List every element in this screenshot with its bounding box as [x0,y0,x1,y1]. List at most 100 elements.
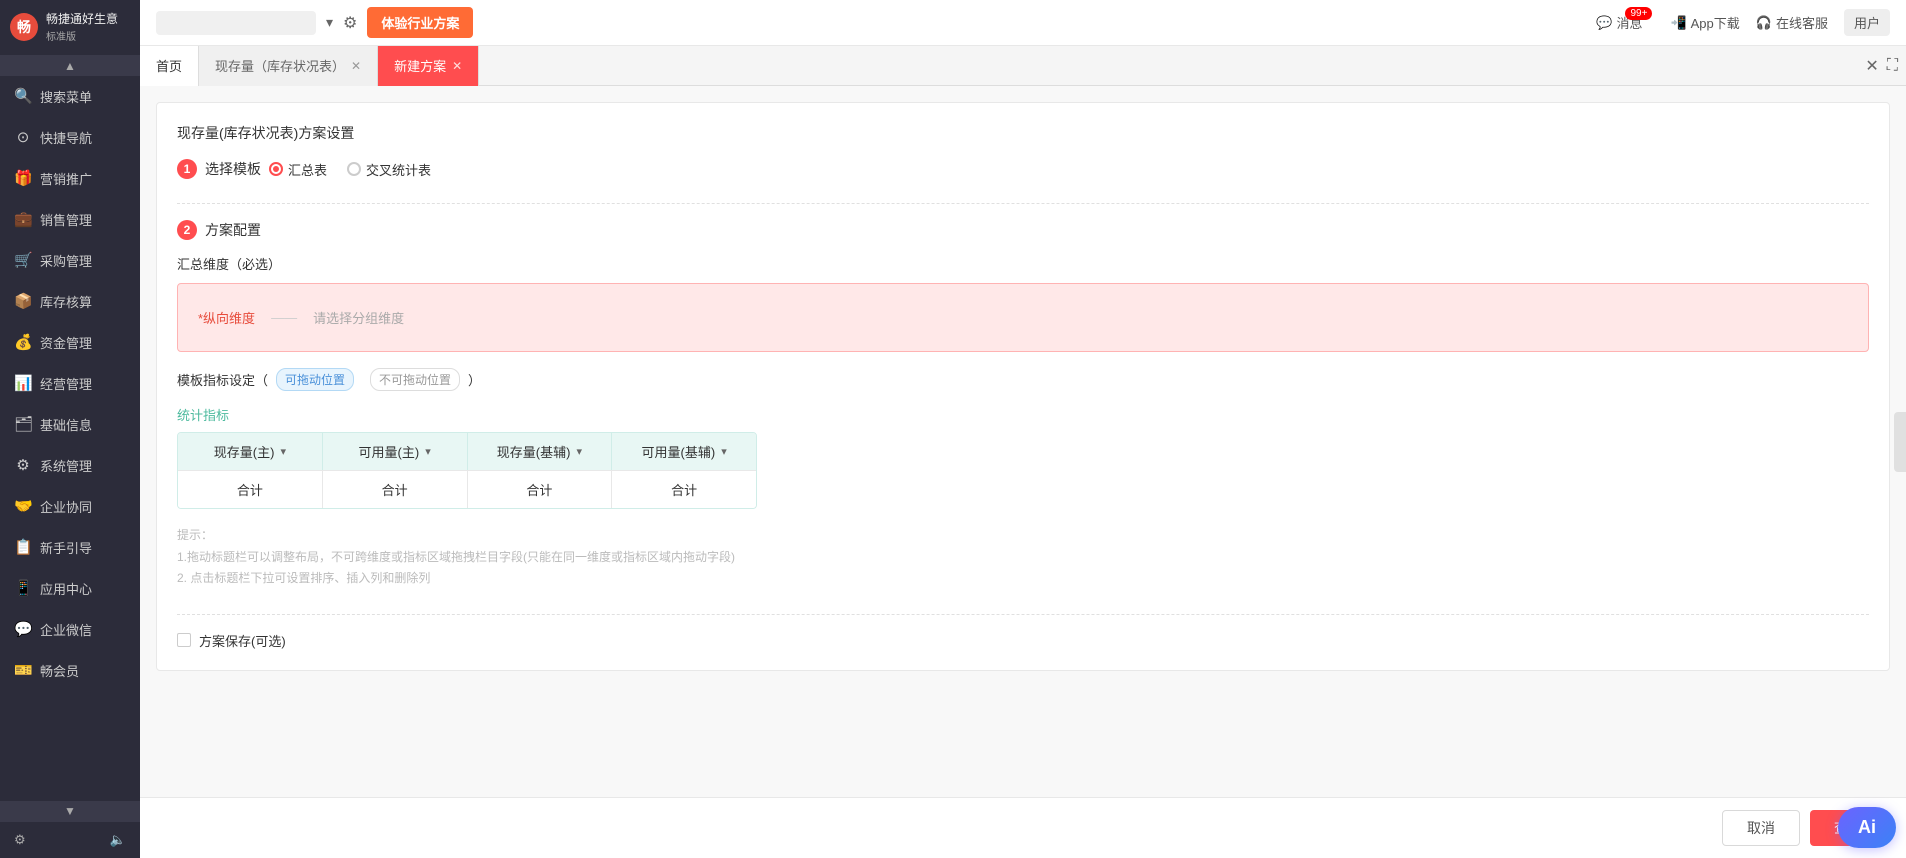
tab-close-button[interactable]: ✕ [1865,56,1878,76]
topbar-gear-button[interactable]: ⚙ [343,13,357,33]
step2-section: 2 方案配置 汇总维度（必选） *纵向维度 —— 请选择分组维度 模板指标设定（ [177,220,1869,590]
inventory-icon: 📦 [14,292,32,310]
sidebar-label-wechat: 企业微信 [40,620,92,639]
indicator-settings-label: 模板指标设定（ 可拖动位置 不可拖动位置 ） [177,368,1869,391]
sidebar: 畅 畅捷通好生意 标准版 ▲ 🔍 搜索菜单 ⊙ 快捷导航 🎁 营销推广 💼 销售… [0,0,140,858]
app-download-button[interactable]: 📲 App下载 [1670,13,1739,32]
system-icon: ⚙ [14,456,32,474]
tips-title: 提示： [177,525,1869,547]
stats-header-col1[interactable]: 可用量(主) ▾ [323,433,468,470]
app-download-icon: 📲 [1670,15,1686,31]
sidebar-logo: 畅 畅捷通好生意 标准版 [0,0,140,56]
newbie-icon: 📋 [14,538,32,556]
step1-title: 选择模板 [205,159,261,179]
radio-summary[interactable]: 汇总表 [269,160,327,179]
tab-new-scheme-label: 新建方案 [394,56,446,75]
quick-nav-icon: ⊙ [14,128,32,146]
step2-header: 2 方案配置 [177,220,1869,240]
sidebar-scroll-down[interactable]: ▼ [0,801,140,821]
cancel-button[interactable]: 取消 [1722,810,1800,846]
step1-section: 1 选择模板 汇总表 交叉统计表 [177,159,1869,179]
stats-section: 统计指标 现存量(主) ▾ 可用量(主) ▾ [177,405,1869,509]
sidebar-settings-icon[interactable]: ⚙ [14,832,26,848]
stats-col1-label: 可用量(主) [359,442,420,461]
stats-data-row: 合计 合计 合计 合计 [178,470,756,508]
tab-expand-button[interactable]: ⛶ [1887,57,1898,75]
stats-data-col2: 合计 [468,470,613,508]
sidebar-item-wechat[interactable]: 💬 企业微信 [0,609,140,650]
stats-col3-label: 可用量(基辅) [642,442,716,461]
tip1: 1.拖动标题栏可以调整布局，不可跨维度或指标区域拖拽栏目字段(只能在同一维度或指… [177,547,1869,569]
trial-btn[interactable]: 体验行业方案 [367,7,473,38]
divider1 [177,203,1869,204]
sidebar-label-marketing: 营销推广 [40,169,92,188]
sidebar-item-inventory[interactable]: 📦 库存核算 [0,281,140,322]
service-label: 在线客服 [1776,13,1828,32]
basic-info-icon: 🗂 [14,415,32,433]
chevron-col1: ▾ [425,445,431,458]
app-name: 畅捷通好生意 [46,12,118,28]
ai-badge[interactable]: Ai [1838,807,1896,848]
right-scroll-handle[interactable] [1894,412,1906,472]
sidebar-item-system[interactable]: ⚙ 系统管理 [0,445,140,486]
topbar-dropdown-button[interactable]: ▾ [326,14,333,31]
stats-header-row: 现存量(主) ▾ 可用量(主) ▾ 现存量(基辅) ▾ [178,433,756,470]
indicator-label-text: 模板指标设定（ [177,370,268,389]
dimension-label: 汇总维度（必选） [177,254,1869,273]
sidebar-item-marketing[interactable]: 🎁 营销推广 [0,158,140,199]
sidebar-item-quick-nav[interactable]: ⊙ 快捷导航 [0,117,140,158]
sidebar-item-enterprise[interactable]: 🤝 企业协同 [0,486,140,527]
topbar-right: 💬 消息 99+ 📲 App下载 🎧 在线客服 用户 [1596,9,1890,36]
sidebar-label-newbie: 新手引导 [40,538,92,557]
sidebar-item-newbie[interactable]: 📋 新手引导 [0,527,140,568]
sidebar-item-operations[interactable]: 📊 经营管理 [0,363,140,404]
service-icon: 🎧 [1756,15,1772,31]
tab-new-scheme-close[interactable]: ✕ [452,59,462,73]
sidebar-nav: 🔍 搜索菜单 ⊙ 快捷导航 🎁 营销推广 💼 销售管理 🛒 采购管理 📦 库存核… [0,76,140,801]
sidebar-label-member: 畅会员 [40,661,79,680]
tab-inventory-label: 现存量（库存状况表） [215,56,345,75]
radio-cross-circle [347,162,361,176]
user-menu[interactable]: 用户 [1844,9,1890,36]
sidebar-item-search-menu[interactable]: 🔍 搜索菜单 [0,76,140,117]
enterprise-icon: 🤝 [14,497,32,515]
stats-data-col0: 合计 [178,470,323,508]
stats-header-col0[interactable]: 现存量(主) ▾ [178,433,323,470]
chevron-col3: ▾ [721,445,727,458]
sidebar-label-app-center: 应用中心 [40,579,92,598]
indicator-settings: 模板指标设定（ 可拖动位置 不可拖动位置 ） [177,368,1869,391]
sidebar-label-operations: 经营管理 [40,374,92,393]
save-checkbox[interactable] [177,633,191,647]
radio-cross-label: 交叉统计表 [366,160,431,179]
sidebar-audio-icon[interactable]: 🔈 [110,832,126,848]
app-download-label: App下载 [1691,13,1740,32]
template-radio-group: 汇总表 交叉统计表 [269,160,431,179]
online-service-button[interactable]: 🎧 在线客服 [1756,13,1828,32]
step1-header: 1 选择模板 汇总表 交叉统计表 [177,159,1869,179]
tab-home[interactable]: 首页 [140,46,199,86]
tip2: 2. 点击标题栏下拉可设置排序、插入列和删除列 [177,568,1869,590]
search-input[interactable] [156,11,316,35]
sidebar-item-member[interactable]: 🎫 畅会员 [0,650,140,691]
sidebar-item-app-center[interactable]: 📱 应用中心 [0,568,140,609]
dimension-placeholder[interactable]: 请选择分组维度 [313,308,404,327]
stats-header-col3[interactable]: 可用量(基辅) ▾ [612,433,756,470]
tab-new-scheme[interactable]: 新建方案 ✕ [378,46,479,86]
app-center-icon: 📱 [14,579,32,597]
wechat-icon: 💬 [14,620,32,638]
radio-cross[interactable]: 交叉统计表 [347,160,431,179]
sidebar-item-sales[interactable]: 💼 销售管理 [0,199,140,240]
message-button[interactable]: 💬 消息 99+ [1596,13,1642,32]
tab-inventory-status[interactable]: 现存量（库存状况表） ✕ [199,46,378,86]
stats-header-col2[interactable]: 现存量(基辅) ▾ [468,433,613,470]
sidebar-item-finance[interactable]: 💰 资金管理 [0,322,140,363]
tab-inventory-close[interactable]: ✕ [351,59,361,73]
chevron-col2: ▾ [576,445,582,458]
save-option: 方案保存(可选) [177,631,1869,650]
sidebar-item-purchase[interactable]: 🛒 采购管理 [0,240,140,281]
message-icon: 💬 [1596,15,1612,31]
sidebar-scroll-up[interactable]: ▲ [0,56,140,76]
sidebar-item-basic-info[interactable]: 🗂 基础信息 [0,404,140,445]
tips-section: 提示： 1.拖动标题栏可以调整布局，不可跨维度或指标区域拖拽栏目字段(只能在同一… [177,525,1869,590]
dimension-row: *纵向维度 —— 请选择分组维度 [198,308,1848,327]
